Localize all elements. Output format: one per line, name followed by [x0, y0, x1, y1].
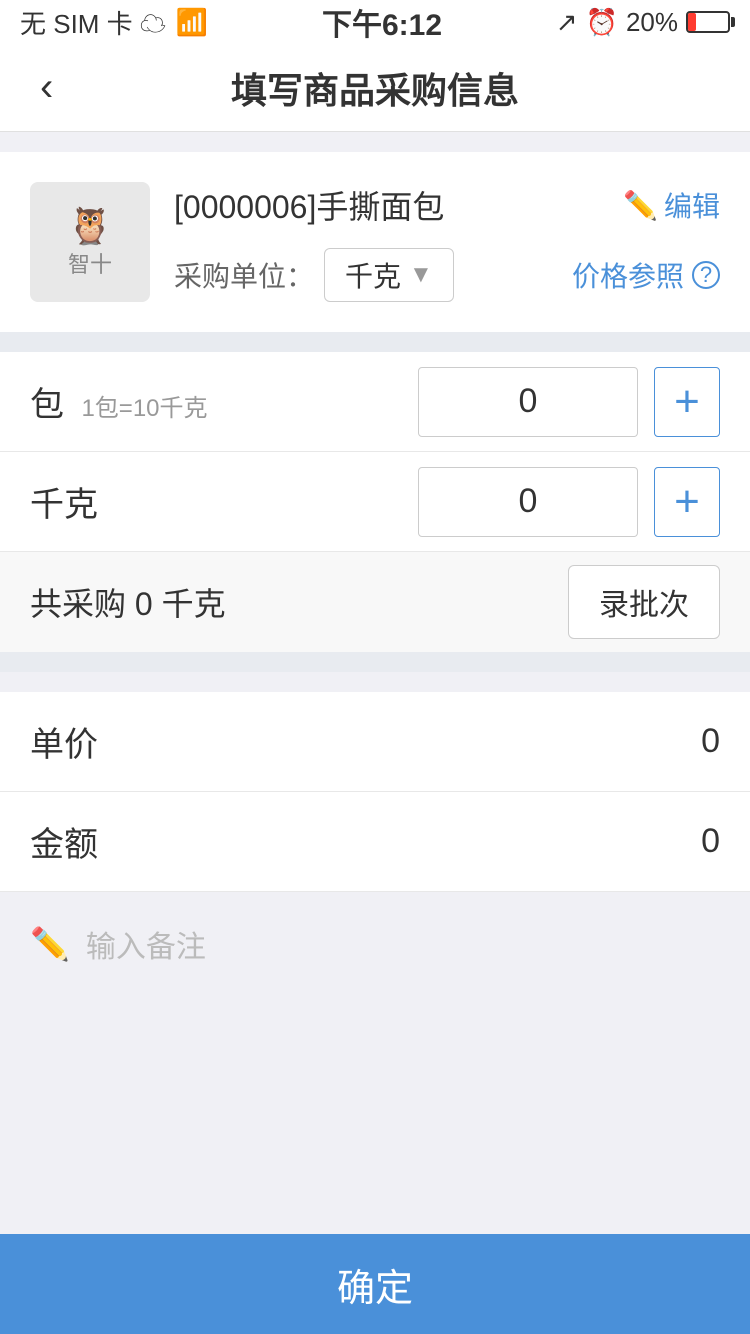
confirm-button[interactable]: 确定: [0, 1234, 750, 1334]
purchase-unit-row: 采购单位： 千克 ▼ 价格参照 ?: [174, 248, 720, 302]
price-section: 单价 0 金额 0: [0, 692, 750, 892]
product-card: 🦉 智十 [0000006]手撕面包 ✏️ 编辑 采购单位： 千克 ▼ 价格参照…: [0, 152, 750, 332]
status-time: 下午6:12: [322, 0, 442, 44]
product-name-row: [0000006]手撕面包 ✏️ 编辑: [174, 182, 720, 228]
price-reference-button[interactable]: 价格参照 ?: [572, 255, 720, 295]
kg-input-row: 千克 0 +: [0, 452, 750, 552]
amount-value: 0: [701, 822, 720, 861]
sim-label: 无 SIM 卡 ☁: [20, 4, 166, 41]
status-left: 无 SIM 卡 ☁ 📶: [20, 4, 208, 41]
bag-input-container: 0 +: [208, 367, 720, 437]
bag-sub-label: 1包=10千克: [81, 395, 207, 422]
edit-icon: ✏️: [623, 189, 658, 222]
back-button[interactable]: ‹: [30, 55, 63, 120]
section-divider-1: [0, 332, 750, 352]
input-section: 包 1包=10千克 0 + 千克 0 +: [0, 352, 750, 552]
product-logo: 🦉 智十: [68, 205, 113, 279]
status-bar: 无 SIM 卡 ☁ 📶 下午6:12 ↗ ⏰ 20%: [0, 0, 750, 44]
summary-row: 共采购 0 千克 录批次: [0, 552, 750, 652]
unit-value: 千克: [345, 255, 401, 295]
owl-icon: 🦉: [68, 205, 113, 247]
unit-selector-group: 采购单位： 千克 ▼: [174, 248, 454, 302]
location-icon: ↗: [556, 7, 578, 38]
edit-label: 编辑: [664, 185, 720, 225]
notes-section[interactable]: ✏️ 输入备注: [0, 892, 750, 996]
battery-icon: [686, 11, 730, 33]
kg-label: 千克: [30, 477, 150, 526]
notes-placeholder: 输入备注: [86, 922, 206, 966]
product-info: [0000006]手撕面包 ✏️ 编辑 采购单位： 千克 ▼ 价格参照 ?: [174, 182, 720, 302]
section-divider-2: [0, 652, 750, 672]
bag-input-row: 包 1包=10千克 0 +: [0, 352, 750, 452]
unit-price-label: 单价: [30, 717, 98, 766]
pencil-icon: ✏️: [30, 925, 70, 963]
edit-button[interactable]: ✏️ 编辑: [623, 185, 720, 225]
kg-plus-button[interactable]: +: [654, 467, 720, 537]
chevron-down-icon: ▼: [409, 261, 433, 289]
price-ref-label: 价格参照: [572, 255, 684, 295]
unit-price-row: 单价 0: [0, 692, 750, 792]
page-title: 填写商品采购信息: [231, 62, 519, 114]
status-right: ↗ ⏰ 20%: [556, 7, 730, 38]
purchase-unit-label: 采购单位：: [174, 255, 314, 295]
info-icon: ?: [692, 261, 720, 289]
bag-plus-button[interactable]: +: [654, 367, 720, 437]
bag-label: 包 1包=10千克: [30, 377, 208, 426]
kg-quantity-input[interactable]: 0: [418, 467, 638, 537]
battery-percent: 20%: [626, 7, 678, 38]
product-image: 🦉 智十: [30, 182, 150, 302]
product-name: [0000006]手撕面包: [174, 182, 444, 228]
amount-row: 金额 0: [0, 792, 750, 892]
batch-button[interactable]: 录批次: [568, 565, 720, 639]
summary-text: 共采购 0 千克: [30, 579, 226, 625]
unit-price-value: 0: [701, 722, 720, 761]
bag-quantity-input[interactable]: 0: [418, 367, 638, 437]
nav-bar: ‹ 填写商品采购信息: [0, 44, 750, 132]
bottom-spacer: [0, 996, 750, 1116]
kg-input-container: 0 +: [150, 467, 720, 537]
unit-select[interactable]: 千克 ▼: [324, 248, 454, 302]
amount-label: 金额: [30, 817, 98, 866]
alarm-icon: ⏰: [586, 7, 618, 38]
wifi-icon: 📶: [176, 7, 208, 38]
logo-text: 智十: [68, 247, 112, 279]
